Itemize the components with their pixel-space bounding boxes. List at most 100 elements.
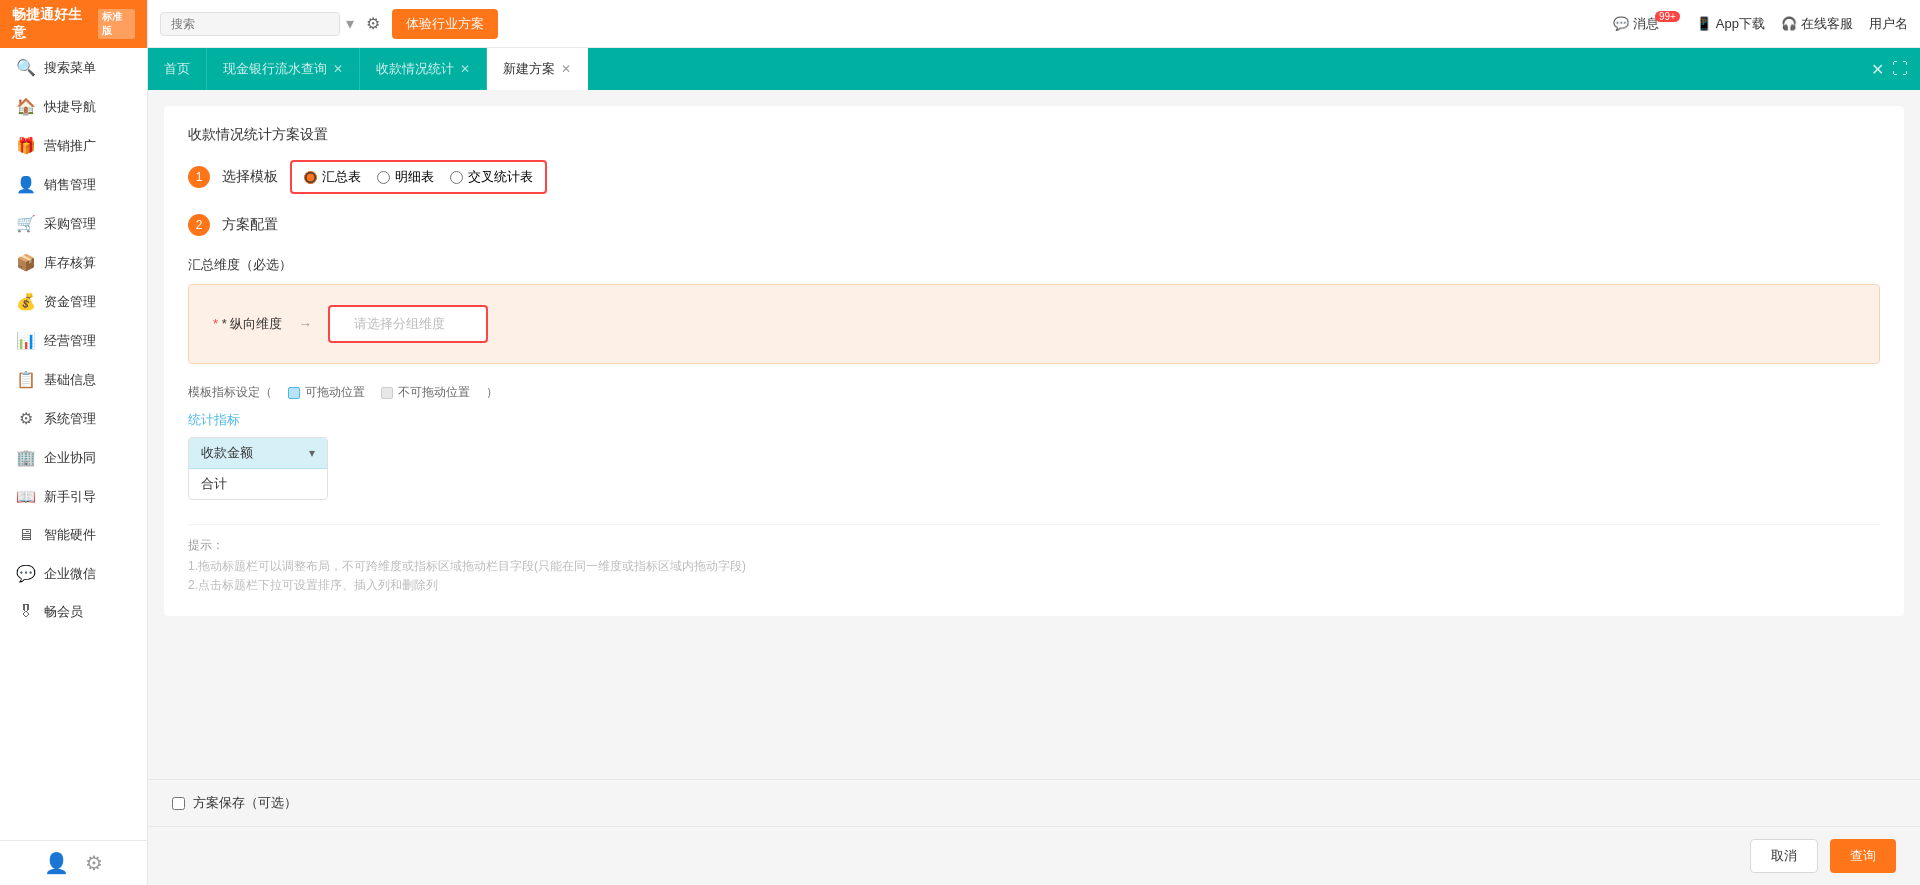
tab-collection-stats-close[interactable]: ✕ [460,62,470,76]
sidebar-settings-icon[interactable]: ⚙ [85,851,103,875]
hardware-icon: 🖥 [16,526,36,544]
step2-label: 方案配置 [222,216,278,234]
tab-new-plan-close[interactable]: ✕ [561,62,571,76]
gear-icon[interactable]: ⚙ [366,14,380,33]
sidebar-label-wechat: 企业微信 [44,565,96,583]
tab-minimize-icon[interactable]: ✕ [1871,60,1884,79]
sidebar-item-operations[interactable]: 📊 经营管理 [0,321,147,360]
save-label: 方案保存（可选） [193,794,297,812]
tab-collection-stats[interactable]: 收款情况统计 ✕ [360,48,487,90]
sidebar-label-purchase: 采购管理 [44,215,96,233]
sidebar-item-purchase[interactable]: 🛒 采购管理 [0,204,147,243]
sidebar-item-wechat[interactable]: 💬 企业微信 [0,554,147,593]
sidebar-item-search-menu[interactable]: 🔍 搜索菜单 [0,48,147,87]
notification-badge: 99+ [1655,11,1680,22]
topbar: ▾ ⚙ 体验行业方案 💬 消息 99+ 📱 App下载 🎧 在线客服 用户名 [148,0,1920,48]
template-option-detail[interactable]: 明细表 [377,168,434,186]
vertical-dimension-label: * * 纵向维度 [213,315,282,333]
template-radio-cross[interactable] [450,171,463,184]
sidebar-label-marketing: 营销推广 [44,137,96,155]
tab-collection-stats-label: 收款情况统计 [376,60,454,78]
dimension-selector[interactable]: 请选择分组维度 [328,305,488,343]
legend-movable-label: 可拖动位置 [305,384,365,401]
member-icon: 🎖 [16,603,36,621]
step1-num: 1 [188,166,210,188]
sidebar-item-finance[interactable]: 💰 资金管理 [0,282,147,321]
sidebar-item-marketing[interactable]: 🎁 营销推广 [0,126,147,165]
metrics-label: 统计指标 [188,411,1880,429]
metrics-table: 收款金额 ▾ 合计 [188,437,328,500]
sidebar-label-search-menu: 搜索菜单 [44,59,96,77]
template-radio-detail[interactable] [377,171,390,184]
search-dropdown-icon[interactable]: ▾ [346,14,354,33]
search-input[interactable] [160,12,340,36]
query-button[interactable]: 查询 [1830,839,1896,873]
sales-icon: 👤 [16,175,36,194]
step2-row: 2 方案配置 [188,214,1880,236]
industry-btn[interactable]: 体验行业方案 [392,9,498,39]
tab-cash-flow-label: 现金银行流水查询 [223,60,327,78]
tab-new-plan[interactable]: 新建方案 ✕ [487,48,588,90]
download-icon: 📱 [1696,16,1712,31]
cancel-button[interactable]: 取消 [1750,839,1818,873]
template-detail-label: 明细表 [395,168,434,186]
sidebar-bottom: 👤 ⚙ [0,840,147,885]
finance-icon: 💰 [16,292,36,311]
page-title: 收款情况统计方案设置 [188,126,1880,144]
support-item[interactable]: 🎧 在线客服 [1781,15,1853,33]
step1-row: 1 选择模板 汇总表 明细表 交叉统计表 [188,160,1880,194]
content-area: 收款情况统计方案设置 1 选择模板 汇总表 明细表 交叉统计 [148,90,1920,779]
tab-maximize-icon[interactable]: ⛶ [1892,60,1908,78]
step2-section: 2 方案配置 汇总维度（必选） * * 纵向维度 → 请选择分组维度 [188,214,1880,594]
sidebar-item-member[interactable]: 🎖 畅会员 [0,593,147,631]
template-radio-summary[interactable] [304,171,317,184]
dimension-section-title: 汇总维度（必选） [188,256,1880,274]
sidebar-item-quick-nav[interactable]: 🏠 快捷导航 [0,87,147,126]
system-icon: ⚙ [16,409,36,428]
sidebar-item-basic-info[interactable]: 📋 基础信息 [0,360,147,399]
notification-icon: 💬 [1613,16,1629,31]
tab-home[interactable]: 首页 [148,48,207,90]
quick-nav-icon: 🏠 [16,97,36,116]
search-menu-icon: 🔍 [16,58,36,77]
sidebar-item-enterprise[interactable]: 🏢 企业协同 [0,438,147,477]
sidebar-item-hardware[interactable]: 🖥 智能硬件 [0,516,147,554]
logo-badge: 标准版 [98,9,135,39]
sidebar-label-member: 畅会员 [44,603,83,621]
main-area: ▾ ⚙ 体验行业方案 💬 消息 99+ 📱 App下载 🎧 在线客服 用户名 [148,0,1920,885]
support-label: 在线客服 [1801,15,1853,33]
sidebar-item-guide[interactable]: 📖 新手引导 [0,477,147,516]
step2-num: 2 [188,214,210,236]
tab-cash-flow[interactable]: 现金银行流水查询 ✕ [207,48,360,90]
template-option-summary[interactable]: 汇总表 [304,168,361,186]
legend-fixed-label: 不可拖动位置 [398,384,470,401]
template-selector: 汇总表 明细表 交叉统计表 [290,160,547,194]
tab-new-plan-label: 新建方案 [503,60,555,78]
user-name: 用户名 [1869,15,1908,33]
dimension-row: * * 纵向维度 → 请选择分组维度 [213,305,1855,343]
user-item[interactable]: 用户名 [1869,15,1908,33]
support-icon: 🎧 [1781,16,1797,31]
sidebar-item-system[interactable]: ⚙ 系统管理 [0,399,147,438]
download-item[interactable]: 📱 App下载 [1696,15,1765,33]
metrics-header-label: 收款金额 [201,444,253,462]
download-label: App下载 [1716,15,1765,33]
step1-label: 选择模板 [222,168,278,186]
save-checkbox[interactable] [172,797,185,810]
sidebar-user-icon[interactable]: 👤 [44,851,69,875]
sidebar-item-inventory[interactable]: 📦 库存核算 [0,243,147,282]
topbar-right: 💬 消息 99+ 📱 App下载 🎧 在线客服 用户名 [1613,15,1908,33]
metrics-header[interactable]: 收款金额 ▾ [189,438,327,469]
sidebar-logo: 畅捷通好生意 标准版 [0,0,147,48]
basic-info-icon: 📋 [16,370,36,389]
sidebar-item-sales[interactable]: 👤 销售管理 [0,165,147,204]
metrics-cell-total: 合计 [189,469,327,499]
guide-icon: 📖 [16,487,36,506]
template-option-cross[interactable]: 交叉统计表 [450,168,533,186]
sidebar-label-sales: 销售管理 [44,176,96,194]
movable-dot [288,387,300,399]
tab-cash-flow-close[interactable]: ✕ [333,62,343,76]
notification-item[interactable]: 💬 消息 99+ [1613,15,1680,33]
metrics-section: 模板指标设定（ 可拖动位置 不可拖动位置 ） 统计指标 [188,384,1880,500]
sidebar-label-finance: 资金管理 [44,293,96,311]
